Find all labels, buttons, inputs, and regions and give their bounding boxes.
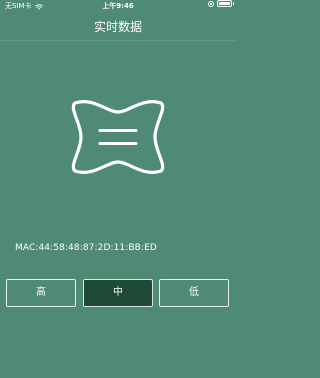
navigation-bar: 实时数据 [0,13,236,41]
realtime-data-screen: 无SIM卡 上午9:46 实时数据 MAC:44:58:48:87:2D:11:… [0,0,236,378]
status-right [208,0,234,7]
level-low-button[interactable]: 低 [159,279,229,307]
pillow-device-icon [71,100,165,174]
battery-icon [217,0,234,7]
mac-address: MAC:44:58:48:87:2D:11:BB:ED [15,243,157,253]
level-medium-button[interactable]: 中 [83,279,153,307]
status-time: 上午9:46 [102,2,134,10]
orientation-lock-icon [208,0,214,7]
level-high-button[interactable]: 高 [6,279,76,307]
page-title: 实时数据 [93,20,142,34]
status-bar: 无SIM卡 上午9:46 [0,0,236,13]
